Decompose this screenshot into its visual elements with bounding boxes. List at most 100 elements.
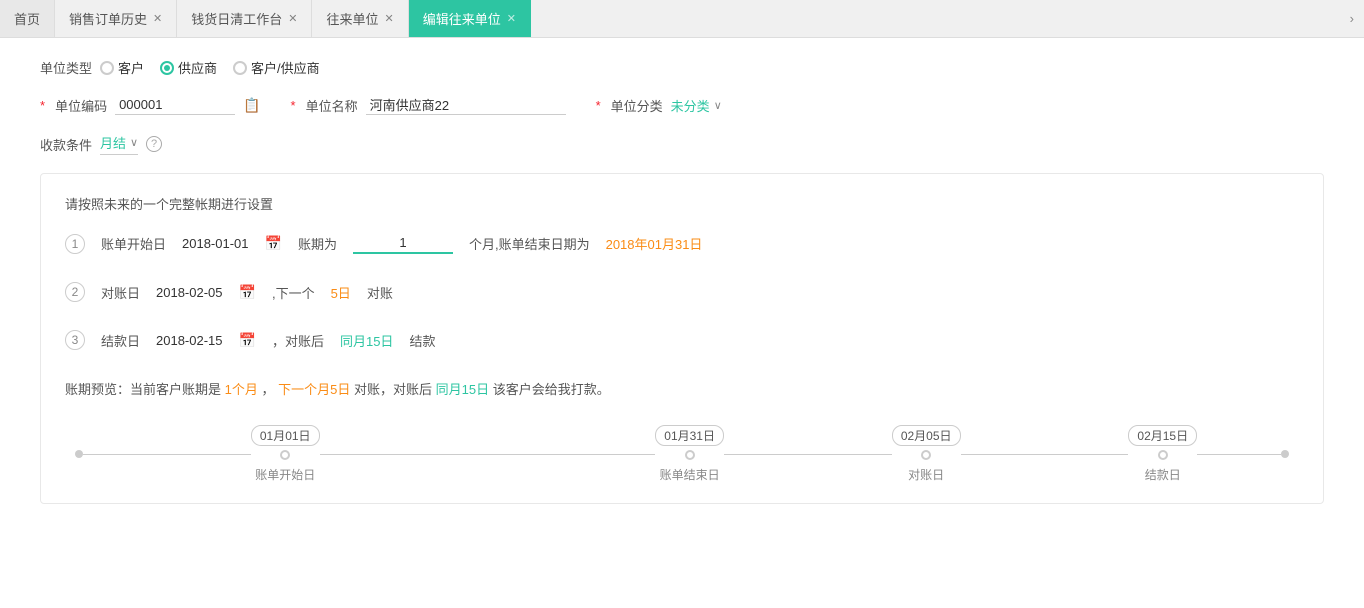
setting-row-2: 2 对账日 2018-02-05 📅 ,下一个 5日 对账 <box>65 282 1299 302</box>
preview-sep2: 对账，对账后 <box>354 382 432 397</box>
payment-select[interactable]: 月结 ∨ <box>100 133 138 155</box>
card-hint: 请按照未来的一个完整帐期进行设置 <box>65 194 1299 213</box>
tab-bar: 首页 销售订单历史 ✕ 钱货日清工作台 ✕ 往来单位 ✕ 编辑往来单位 ✕ › <box>0 0 1364 38</box>
category-select[interactable]: 未分类 ∨ <box>671 96 791 115</box>
settings-card: 请按照未来的一个完整帐期进行设置 1 账单开始日 2018-01-01 📅 账期… <box>40 173 1324 504</box>
node-1-label-top: 01月01日 <box>251 425 320 446</box>
close-icon[interactable]: ✕ <box>385 12 394 25</box>
row-num-3: 3 <box>65 330 85 350</box>
timeline-node-1: 01月01日 账单开始日 <box>251 425 320 483</box>
code-required: * <box>40 98 45 113</box>
radio-customer[interactable]: 客户 <box>100 58 144 77</box>
tab-home[interactable]: 首页 <box>0 0 55 37</box>
suffix-1: 个月,账单结束日期为 <box>469 234 590 253</box>
preview-prefix: 账期预览：当前客户账期是 <box>65 382 221 397</box>
tab-more-button[interactable]: › <box>1340 0 1364 37</box>
node-4-label-top: 02月15日 <box>1128 425 1197 446</box>
payment-label: 收款条件 <box>40 135 92 154</box>
close-icon[interactable]: ✕ <box>507 12 516 25</box>
node-2-label-bottom: 账单结束日 <box>660 466 720 483</box>
timeline-start-dot <box>75 450 83 458</box>
node-3-label-top: 02月05日 <box>892 425 961 446</box>
chevron-right-icon: › <box>1350 11 1354 26</box>
timeline: 01月01日 账单开始日 01月31日 账单结束日 02月05日 对账日 <box>65 425 1299 483</box>
timeline-node-4: 02月15日 结款日 <box>1128 425 1197 483</box>
tab-edit-partner[interactable]: 编辑往来单位 ✕ <box>409 0 531 37</box>
prefix-2: ,下一个 <box>272 283 315 302</box>
tab-partner-label: 往来单位 <box>326 9 378 28</box>
row-num-2: 2 <box>65 282 85 302</box>
code-label: 单位编码 <box>55 96 107 115</box>
radio-circle-customer <box>100 61 114 75</box>
category-chevron-icon: ∨ <box>714 99 722 112</box>
close-icon[interactable]: ✕ <box>153 12 162 25</box>
calendar-icon-1[interactable]: 📅 <box>265 235 282 252</box>
preview-sep1: ， <box>262 382 275 397</box>
tab-cash-daily-label: 钱货日清工作台 <box>191 9 282 28</box>
help-icon[interactable]: ? <box>146 136 162 152</box>
timeline-line-2 <box>320 454 656 455</box>
mid-text-1: 账期为 <box>298 234 337 253</box>
node-4-dot <box>1158 450 1168 460</box>
radio-supplier-label: 供应商 <box>178 58 217 77</box>
period-input[interactable] <box>353 233 453 254</box>
category-group: * 单位分类 未分类 ∨ <box>596 96 791 115</box>
timeline-end-dot <box>1281 450 1289 458</box>
date-value-2: 2018-02-05 <box>156 285 223 300</box>
name-input[interactable] <box>366 95 566 115</box>
category-label: 单位分类 <box>611 96 663 115</box>
node-4-label-bottom: 结款日 <box>1145 466 1181 483</box>
suffix-2: 对账 <box>367 283 393 302</box>
preview-part1: 1个月 <box>225 382 258 397</box>
payment-group: 收款条件 月结 ∨ ? <box>40 133 162 155</box>
preview-part3: 同月15日 <box>436 382 489 397</box>
unit-type-label: 单位类型 <box>40 58 92 77</box>
timeline-node-2: 01月31日 账单结束日 <box>655 425 724 483</box>
node-2-label-top: 01月31日 <box>655 425 724 446</box>
preview-text: 账期预览：当前客户账期是 1个月 ， 下一个月5日 对账，对账后 同月15日 该… <box>65 378 1299 401</box>
close-icon[interactable]: ✕ <box>288 12 297 25</box>
timeline-line-4 <box>961 454 1129 455</box>
node-3-dot <box>921 450 931 460</box>
payment-row: 收款条件 月结 ∨ ? <box>40 133 1324 155</box>
payment-chevron-icon: ∨ <box>130 136 138 149</box>
timeline-node-3: 02月05日 对账日 <box>892 425 961 483</box>
code-name-row: * 单位编码 📋 * 单位名称 * 单位分类 未分类 ∨ <box>40 95 1324 115</box>
radio-supplier[interactable]: 供应商 <box>160 58 217 77</box>
category-value: 未分类 <box>671 96 710 115</box>
unit-type-group: 单位类型 客户 供应商 客户/供应商 <box>40 58 320 77</box>
suffix-3: 结款 <box>409 331 435 350</box>
highlight-2: 5日 <box>331 283 351 302</box>
radio-group: 客户 供应商 客户/供应商 <box>100 58 320 77</box>
unit-type-row: 单位类型 客户 供应商 客户/供应商 <box>40 58 1324 77</box>
highlight-1: 2018年01月31日 <box>606 234 703 253</box>
node-1-dot <box>280 450 290 460</box>
highlight-3: 同月15日 <box>340 331 393 350</box>
setting-row-3: 3 结款日 2018-02-15 📅 ，对账后 同月15日 结款 <box>65 330 1299 350</box>
radio-customer-label: 客户 <box>118 58 144 77</box>
code-group: * 单位编码 📋 <box>40 95 261 115</box>
name-required: * <box>291 98 296 113</box>
tab-edit-partner-label: 编辑往来单位 <box>423 9 501 28</box>
radio-circle-both <box>233 61 247 75</box>
category-required: * <box>596 98 601 113</box>
preview-suffix: 该客户会给我打款。 <box>493 382 610 397</box>
radio-both[interactable]: 客户/供应商 <box>233 58 320 77</box>
timeline-line-5 <box>1197 454 1281 455</box>
name-label: 单位名称 <box>306 96 358 115</box>
preview-part2: 下一个月5日 <box>278 382 350 397</box>
tab-partner[interactable]: 往来单位 ✕ <box>312 0 408 37</box>
main-content: 单位类型 客户 供应商 客户/供应商 * 单位编码 <box>0 38 1364 608</box>
copy-icon[interactable]: 📋 <box>243 97 260 114</box>
node-2-dot <box>685 450 695 460</box>
name-group: * 单位名称 <box>291 95 566 115</box>
code-input[interactable] <box>115 95 235 115</box>
date-value-1: 2018-01-01 <box>182 236 249 251</box>
node-1-label-bottom: 账单开始日 <box>255 466 315 483</box>
tab-cash-daily[interactable]: 钱货日清工作台 ✕ <box>177 0 312 37</box>
timeline-line-1 <box>83 454 251 455</box>
calendar-icon-3[interactable]: 📅 <box>239 332 256 349</box>
calendar-icon-2[interactable]: 📅 <box>239 284 256 301</box>
tab-sales-history-label: 销售订单历史 <box>69 9 147 28</box>
tab-sales-history[interactable]: 销售订单历史 ✕ <box>55 0 177 37</box>
